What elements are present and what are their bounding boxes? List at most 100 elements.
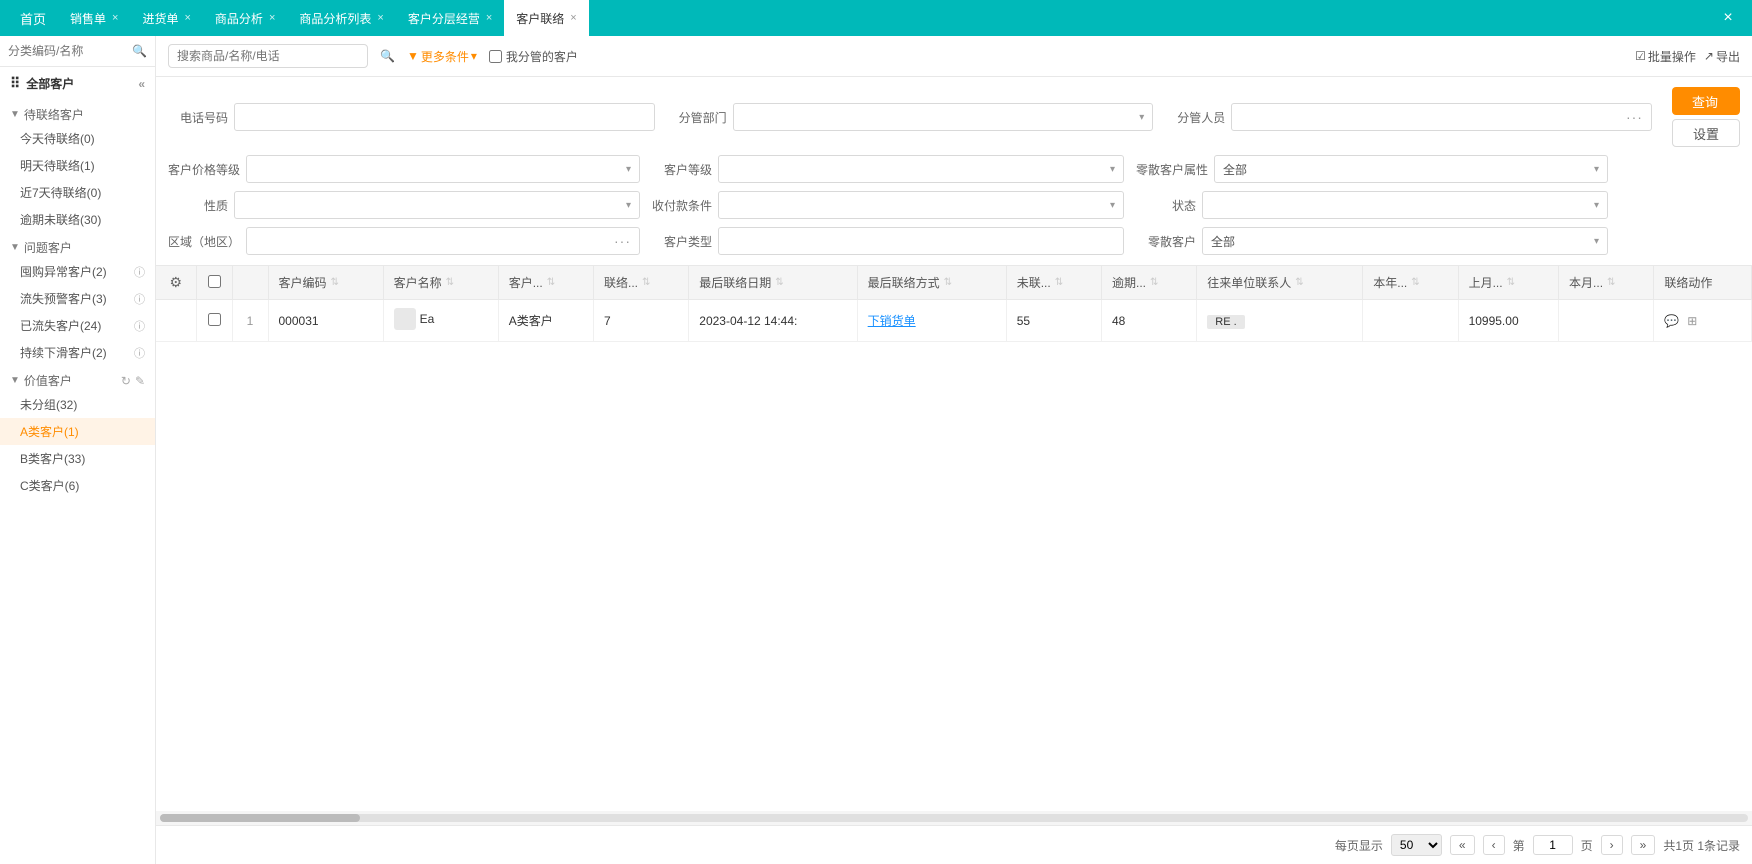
close-all-tabs-button[interactable]: × [1712, 0, 1744, 36]
sidebar-item-overdue[interactable]: 逾期未联络(30) [0, 206, 155, 233]
last-method-link[interactable]: 下销货单 [868, 314, 916, 328]
query-button[interactable]: 查询 [1672, 87, 1740, 115]
person-input[interactable]: ··· [1231, 103, 1652, 131]
sidebar-item-abnormal[interactable]: 囤购异常客户(2) ⓘ [0, 258, 155, 285]
nav-tab-2[interactable]: 商品分析 × [203, 0, 287, 36]
scroll-thumb[interactable] [160, 814, 360, 822]
filter-field-nature: 性质 ▾ [168, 191, 640, 219]
col-this-month[interactable]: 本月...⇅ [1559, 266, 1654, 300]
grid-dots-icon: ⠿ [10, 75, 20, 92]
sort-icon-thismonth: ⇅ [1607, 277, 1615, 288]
triangle-icon-value: ▼ [10, 375, 20, 386]
horizontal-scrollbar[interactable] [156, 811, 1752, 825]
content-area: 🔍 ▼ 更多条件 ▾ 我分管的客户 ☑ 批量操作 ↗ 导出 [156, 36, 1752, 864]
col-customer-name[interactable]: 客户名称⇅ [383, 266, 498, 300]
export-icon: ↗ [1704, 49, 1714, 63]
col-last-method[interactable]: 最后联络方式⇅ [857, 266, 1006, 300]
retail-dropdown[interactable]: 全部 ▾ [1202, 227, 1608, 255]
payment-dropdown[interactable]: ▾ [718, 191, 1124, 219]
sidebar-group-problem[interactable]: ▼ 问题客户 [0, 233, 155, 258]
more-conditions-button[interactable]: ▼ 更多条件 ▾ [407, 48, 477, 65]
col-last-month[interactable]: 上月...⇅ [1458, 266, 1558, 300]
nav-tab-4[interactable]: 客户分层经营 × [396, 0, 504, 36]
sidebar-all-customers[interactable]: ⠿ 全部客户 « [0, 67, 155, 100]
price-level-dropdown[interactable]: ▾ [246, 155, 640, 183]
close-tab-0-icon[interactable]: × [112, 12, 118, 24]
customer-level-dropdown[interactable]: ▾ [718, 155, 1124, 183]
prev-page-button[interactable]: ‹ [1483, 835, 1505, 855]
edit-icon[interactable]: ✎ [135, 374, 145, 388]
col-num [232, 266, 268, 300]
region-input[interactable]: ··· [246, 227, 640, 255]
phone-label: 电话号码 [168, 109, 228, 126]
row-avatar [394, 308, 416, 330]
sidebar-item-ungroup[interactable]: 未分组(32) [0, 391, 155, 418]
col-customer-type[interactable]: 客户...⇅ [498, 266, 593, 300]
phone-input[interactable] [234, 103, 655, 131]
chat-icon[interactable]: 💬 [1664, 314, 1679, 328]
close-tab-1-icon[interactable]: × [184, 12, 190, 24]
row-check[interactable] [208, 313, 221, 326]
next-page-button[interactable]: › [1601, 835, 1623, 855]
last-page-button[interactable]: » [1631, 835, 1656, 855]
export-button[interactable]: ↗ 导出 [1704, 48, 1740, 65]
status-dropdown[interactable]: ▾ [1202, 191, 1608, 219]
filter-search-input[interactable] [168, 44, 368, 68]
filter-field-region: 区域（地区） ··· [168, 227, 640, 255]
nav-tab-1[interactable]: 进货单 × [130, 0, 202, 36]
sort-icon-code: ⇅ [331, 277, 339, 288]
per-page-select[interactable]: 50 100 200 [1391, 834, 1442, 856]
col-last-date[interactable]: 最后联络日期⇅ [689, 266, 857, 300]
filter-search-button[interactable]: 🔍 [380, 49, 395, 63]
col-year-amount[interactable]: 本年...⇅ [1363, 266, 1458, 300]
page-suffix: 页 [1581, 837, 1593, 854]
my-customers-checkbox[interactable]: 我分管的客户 [489, 48, 578, 65]
grid-icon[interactable]: ⊞ [1687, 314, 1697, 328]
sidebar-item-tomorrow[interactable]: 明天待联络(1) [0, 152, 155, 179]
sidebar-item-declining[interactable]: 持续下滑客户(2) ⓘ [0, 339, 155, 366]
settings-button[interactable]: 设置 [1672, 119, 1740, 147]
sidebar-item-a-class[interactable]: A类客户(1) [0, 418, 155, 445]
retail-attr-dropdown[interactable]: 全部 ▾ [1214, 155, 1608, 183]
nav-home[interactable]: 首页 [8, 0, 58, 36]
refresh-icon[interactable]: ↻ [121, 374, 131, 388]
col-contact-count[interactable]: 联络...⇅ [593, 266, 688, 300]
col-checkbox [196, 266, 232, 300]
dept-dropdown[interactable]: ▾ [733, 103, 1154, 131]
sidebar-search-icon[interactable]: 🔍 [132, 44, 147, 58]
nature-dropdown[interactable]: ▾ [234, 191, 640, 219]
first-page-button[interactable]: « [1450, 835, 1475, 855]
sidebar-item-7days[interactable]: 近7天待联络(0) [0, 179, 155, 206]
sidebar-item-today[interactable]: 今天待联络(0) [0, 125, 155, 152]
sort-icon-lastdate: ⇅ [775, 277, 783, 288]
sidebar-item-warning[interactable]: 流失预警客户(3) ⓘ [0, 285, 155, 312]
col-customer-code[interactable]: 客户编码⇅ [268, 266, 383, 300]
col-overdue[interactable]: 逾期...⇅ [1101, 266, 1196, 300]
nature-arrow-icon: ▾ [626, 200, 631, 211]
row-last-date: 2023-04-12 14:44: [689, 300, 857, 342]
close-tab-5-icon[interactable]: × [570, 12, 576, 24]
close-tab-4-icon[interactable]: × [486, 12, 492, 24]
close-tab-2-icon[interactable]: × [269, 12, 275, 24]
select-all-checkbox[interactable] [208, 275, 221, 288]
page-input[interactable] [1533, 835, 1573, 855]
sidebar-item-lost[interactable]: 已流失客户(24) ⓘ [0, 312, 155, 339]
nav-tab-3[interactable]: 商品分析列表 × [287, 0, 395, 36]
sort-icon-year: ⇅ [1411, 277, 1419, 288]
sidebar-item-b-class[interactable]: B类客户(33) [0, 445, 155, 472]
filter-field-retail-attr: 零散客户属性 全部 ▾ [1136, 155, 1608, 183]
my-customers-check[interactable] [489, 50, 502, 63]
nav-tab-0[interactable]: 销售单 × [58, 0, 130, 36]
sidebar-collapse-icon[interactable]: « [138, 77, 145, 91]
table-gear-icon[interactable]: ⚙ [169, 274, 182, 290]
sidebar-search-input[interactable] [8, 44, 132, 58]
nav-tab-5[interactable]: 客户联络 × [504, 0, 588, 36]
batch-operation-button[interactable]: ☑ 批量操作 [1635, 48, 1696, 65]
sidebar-item-c-class[interactable]: C类客户(6) [0, 472, 155, 499]
sidebar-group-pending[interactable]: ▼ 待联络客户 [0, 100, 155, 125]
col-unlocked[interactable]: 未联...⇅ [1006, 266, 1101, 300]
customer-type-input[interactable] [718, 227, 1124, 255]
row-unit-contact: RE . [1197, 300, 1363, 342]
close-tab-3-icon[interactable]: × [377, 12, 383, 24]
col-unit-contact[interactable]: 往来单位联系人⇅ [1197, 266, 1363, 300]
